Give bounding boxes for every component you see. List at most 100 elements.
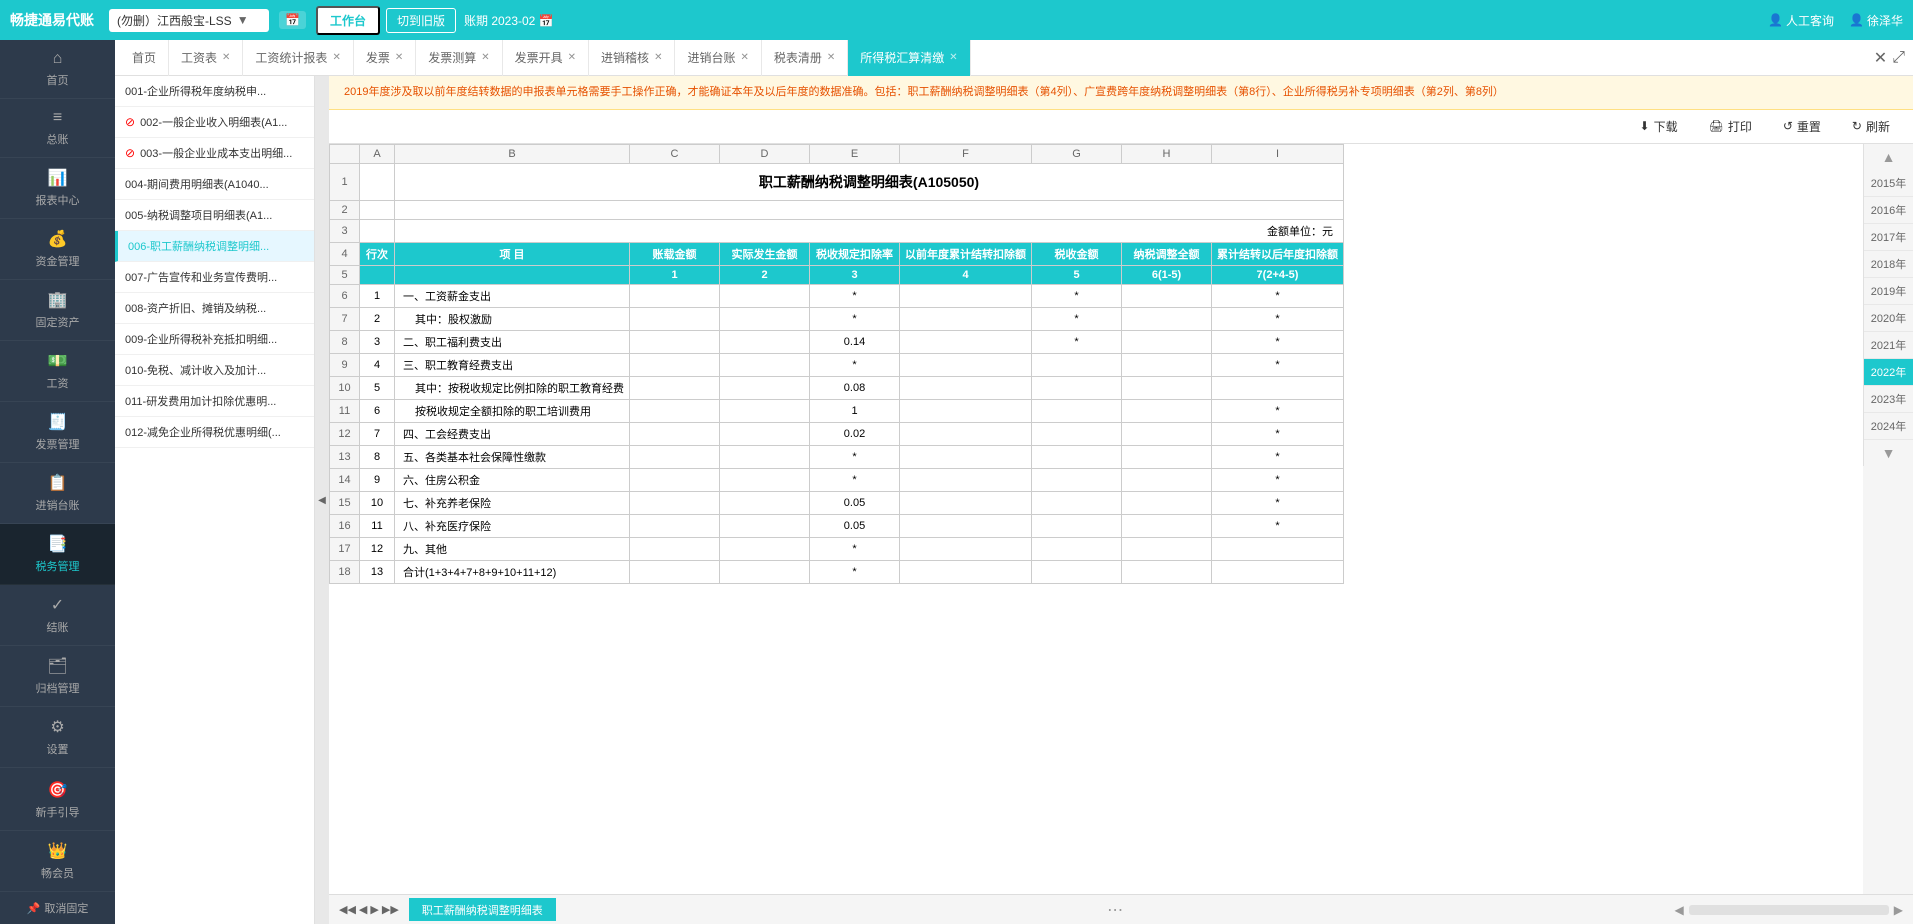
tab-invoice-calc[interactable]: 发票测算 ✕ bbox=[416, 40, 502, 76]
sidebar-item-label: 总账 bbox=[47, 131, 69, 147]
tab-purchase-ledger[interactable]: 进销台账 ✕ bbox=[675, 40, 761, 76]
year-nav-2022[interactable]: 2022年 bbox=[1864, 359, 1913, 386]
file-item-010[interactable]: 010-免税、减计收入及加计... bbox=[115, 355, 314, 386]
tab-invoice[interactable]: 发票 ✕ bbox=[354, 40, 416, 76]
tab-income-tax[interactable]: 所得税汇算清缴 ✕ bbox=[848, 40, 970, 76]
file-item-006[interactable]: 006-职工薪酬纳税调整明细... bbox=[115, 231, 314, 262]
year-nav-2015[interactable]: 2015年 bbox=[1864, 170, 1913, 197]
tab-purchase-audit[interactable]: 进销稽核 ✕ bbox=[589, 40, 675, 76]
refresh-icon: ↻ bbox=[1852, 119, 1862, 133]
warning-text: 2019年度涉及取以前年度结转数据的申报表单元格需要手工操作正确，才能确证本年及… bbox=[344, 86, 1504, 98]
tab-close-all-icon[interactable]: ✕ bbox=[1874, 48, 1887, 68]
year-nav-down[interactable]: ▼ bbox=[1877, 440, 1901, 466]
workbench-button[interactable]: 工作台 bbox=[316, 6, 380, 35]
year-nav-2017[interactable]: 2017年 bbox=[1864, 224, 1913, 251]
reset-icon: ↺ bbox=[1783, 119, 1793, 133]
file-item-007[interactable]: 007-广告宣传和业务宣传费明... bbox=[115, 262, 314, 293]
tab-close-purchase-audit[interactable]: ✕ bbox=[654, 52, 662, 63]
scroll-right-icon[interactable]: ▶ bbox=[1894, 903, 1903, 917]
col-header-D: D bbox=[720, 144, 810, 163]
file-item-011[interactable]: 011-研发费用加计扣除优惠明... bbox=[115, 386, 314, 417]
sidebar-item-home[interactable]: ⌂ 首页 bbox=[0, 40, 115, 99]
file-item-001[interactable]: 001-企业所得税年度纳税申... bbox=[115, 76, 314, 107]
top-bar-right: 👤 人工客询 👤 徐泽华 bbox=[1768, 12, 1903, 29]
print-button[interactable]: 🖨 打印 bbox=[1701, 115, 1760, 138]
year-nav-2023[interactable]: 2023年 bbox=[1864, 386, 1913, 413]
year-nav-2018[interactable]: 2018年 bbox=[1864, 251, 1913, 278]
tab-close-invoice-open[interactable]: ✕ bbox=[568, 52, 576, 63]
year-nav-2020[interactable]: 2020年 bbox=[1864, 305, 1913, 332]
sidebar-item-label: 资金管理 bbox=[36, 253, 80, 269]
table-row: 15 10 七、补充养老保险 0.05 * bbox=[330, 491, 1344, 514]
sidebar-item-label: 结账 bbox=[47, 619, 69, 635]
file-item-008[interactable]: 008-资产折旧、摊销及纳税... bbox=[115, 293, 314, 324]
sidebar-item-assets[interactable]: 🏢 固定资产 bbox=[0, 280, 115, 341]
sidebar-item-reports[interactable]: 📊 报表中心 bbox=[0, 158, 115, 219]
company-selector[interactable]: (勿删）江西般宝-LSS ▼ bbox=[109, 9, 269, 32]
subheader-c: 1 bbox=[630, 265, 720, 284]
year-nav-2024[interactable]: 2024年 bbox=[1864, 413, 1913, 440]
file-item-002[interactable]: ⊘ 002-一般企业收入明细表(A1... bbox=[115, 107, 314, 138]
panel-collapse-btn[interactable]: ◀ bbox=[315, 76, 329, 924]
sheet-nav-first[interactable]: ◀◀ bbox=[339, 903, 356, 916]
sidebar-item-close-accounts[interactable]: ✓ 结账 bbox=[0, 585, 115, 646]
sidebar-item-member[interactable]: 👑 畅会员 bbox=[0, 831, 115, 892]
download-button[interactable]: ⬇ 下载 bbox=[1632, 115, 1686, 138]
scroll-left-icon[interactable]: ◀ bbox=[1675, 903, 1684, 917]
file-item-004[interactable]: 004-期间费用明细表(A1040... bbox=[115, 169, 314, 200]
sidebar-item-label: 固定资产 bbox=[36, 314, 80, 330]
sidebar-item-label: 税务管理 bbox=[36, 558, 80, 574]
period-calendar-icon[interactable]: 📅 bbox=[539, 14, 554, 28]
sheet-nav-last[interactable]: ▶▶ bbox=[382, 903, 399, 916]
sidebar-item-settings[interactable]: ⚙ 设置 bbox=[0, 707, 115, 768]
sidebar-item-tax[interactable]: 📑 税务管理 bbox=[0, 524, 115, 585]
sheet-nav-next[interactable]: ▶ bbox=[370, 903, 378, 916]
tab-close-invoice[interactable]: ✕ bbox=[395, 52, 403, 63]
tab-close-salary-stats[interactable]: ✕ bbox=[332, 52, 340, 63]
reset-button[interactable]: ↺ 重置 bbox=[1775, 115, 1829, 138]
sidebar-item-salary[interactable]: 💵 工资 bbox=[0, 341, 115, 402]
year-nav-2019[interactable]: 2019年 bbox=[1864, 278, 1913, 305]
tab-salary-stats[interactable]: 工资统计报表 ✕ bbox=[243, 40, 353, 76]
cut-old-button[interactable]: 切到旧版 bbox=[386, 8, 456, 33]
user-info[interactable]: 👤 徐泽华 bbox=[1849, 12, 1903, 29]
refresh-button[interactable]: ↻ 刷新 bbox=[1844, 115, 1898, 138]
table-row: 17 12 九、其他 * bbox=[330, 537, 1344, 560]
table-row: 11 6 按税收规定全额扣除的职工培训费用 1 * bbox=[330, 399, 1344, 422]
sidebar-item-archive[interactable]: 🗂 归档管理 bbox=[0, 646, 115, 707]
sheet-tab-active[interactable]: 职工薪酬纳税调整明细表 bbox=[409, 898, 556, 921]
year-nav-2016[interactable]: 2016年 bbox=[1864, 197, 1913, 224]
tab-tax-register[interactable]: 税表清册 ✕ bbox=[762, 40, 848, 76]
tab-close-invoice-calc[interactable]: ✕ bbox=[481, 52, 489, 63]
tab-close-purchase-ledger[interactable]: ✕ bbox=[740, 52, 748, 63]
service-link[interactable]: 👤 人工客询 bbox=[1768, 12, 1834, 29]
tab-close-income-tax[interactable]: ✕ bbox=[949, 52, 957, 63]
sidebar-item-guide[interactable]: 🎯 新手引导 bbox=[0, 770, 115, 831]
sidebar-cancel-pin[interactable]: 📌 取消固定 bbox=[0, 892, 115, 924]
sheet-more-icon[interactable]: ⋯ bbox=[1107, 900, 1123, 920]
horizontal-scrollbar[interactable] bbox=[1689, 905, 1889, 915]
file-item-012[interactable]: 012-减免企业所得税优惠明细(... bbox=[115, 417, 314, 448]
year-nav-2021[interactable]: 2021年 bbox=[1864, 332, 1913, 359]
calendar-icon[interactable]: 📅 bbox=[279, 11, 306, 29]
sidebar-item-invoice[interactable]: 🧾 发票管理 bbox=[0, 402, 115, 463]
sidebar-item-purchase-sales[interactable]: 📋 进销台账 bbox=[0, 463, 115, 524]
year-nav-up[interactable]: ▲ bbox=[1877, 144, 1901, 170]
tab-salary[interactable]: 工资表 ✕ bbox=[169, 40, 243, 76]
file-item-003[interactable]: ⊘ 003-一般企业业成本支出明细... bbox=[115, 138, 314, 169]
sheet-nav-prev[interactable]: ◀ bbox=[359, 903, 367, 916]
file-item-009[interactable]: 009-企业所得税补充抵扣明细... bbox=[115, 324, 314, 355]
tab-invoice-open[interactable]: 发票开具 ✕ bbox=[503, 40, 589, 76]
tab-close-salary[interactable]: ✕ bbox=[222, 52, 230, 63]
tab-expand-icon[interactable]: ⤢ bbox=[1892, 49, 1905, 67]
tab-home[interactable]: 首页 bbox=[120, 40, 169, 76]
guide-icon: 🎯 bbox=[48, 780, 68, 800]
file-item-005[interactable]: 005-纳税调整项目明细表(A1... bbox=[115, 200, 314, 231]
sidebar-item-funds[interactable]: 💰 资金管理 bbox=[0, 219, 115, 280]
sheet-nav: ◀◀ ◀ ▶ ▶▶ bbox=[339, 903, 399, 916]
warning-bar: 2019年度涉及取以前年度结转数据的申报表单元格需要手工操作正确，才能确证本年及… bbox=[329, 76, 1913, 110]
table-area[interactable]: A B C D E F G H I bbox=[329, 144, 1863, 895]
tab-close-tax-register[interactable]: ✕ bbox=[827, 52, 835, 63]
sidebar-item-ledger[interactable]: ≡ 总账 bbox=[0, 99, 115, 158]
close-accounts-icon: ✓ bbox=[51, 595, 64, 615]
